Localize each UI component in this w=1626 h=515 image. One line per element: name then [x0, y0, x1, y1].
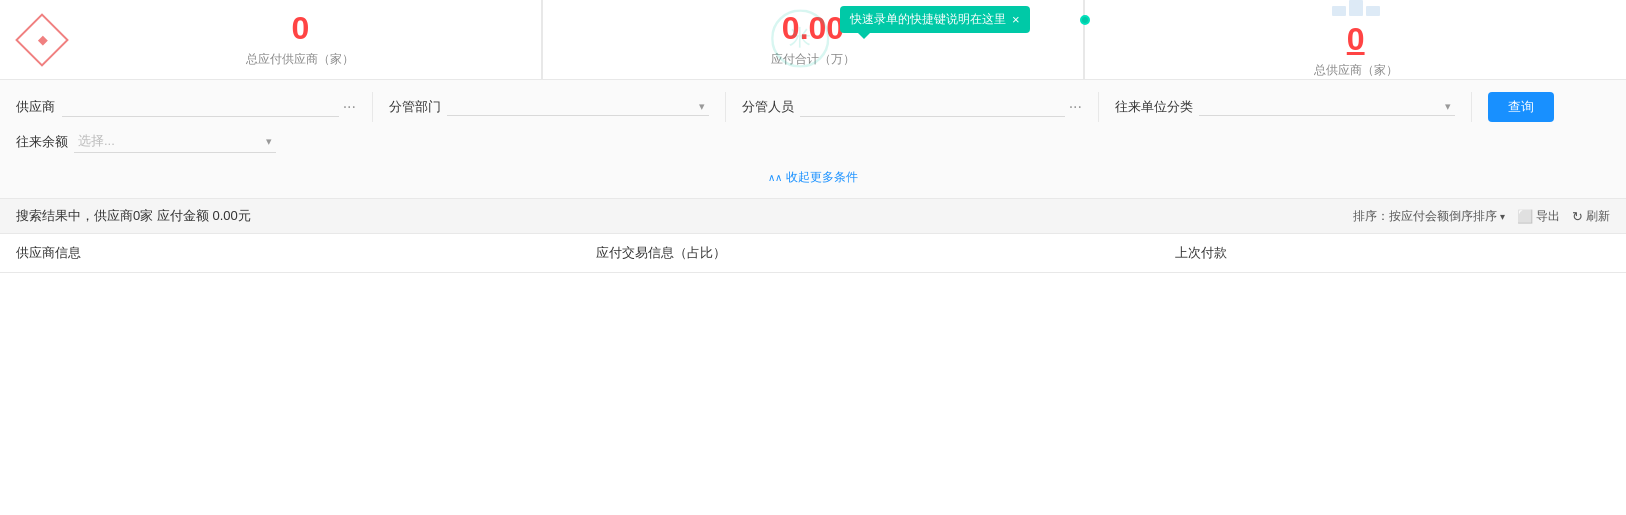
sort-chevron-icon: ▾ [1500, 211, 1505, 222]
total-suppliers-label: 总供应商（家） [1314, 62, 1398, 79]
refresh-label: 刷新 [1586, 208, 1610, 225]
refresh-icon: ↻ [1572, 209, 1583, 224]
table-header: 供应商信息 应付交易信息（占比） 上次付款 [0, 234, 1626, 273]
stat-total-payable-suppliers: ◆ 0 总应付供应商（家） [0, 0, 542, 79]
supplier-input[interactable] [62, 97, 339, 117]
collapse-label: 收起更多条件 [786, 169, 858, 186]
icon-rect-2 [1349, 0, 1363, 16]
export-icon: ⬜ [1517, 209, 1533, 224]
logo-text: ◆ [38, 33, 47, 47]
filter-row-1: 供应商 ··· 分管部门 ▾ 分管人员 ··· 往来单位分类 ▾ [16, 92, 1610, 122]
filter-divider-3 [1098, 92, 1099, 122]
table-body [0, 273, 1626, 515]
export-label: 导出 [1536, 208, 1560, 225]
icon-rect-1 [1332, 6, 1346, 16]
filter-divider-1 [372, 92, 373, 122]
total-payable-suppliers-label: 总应付供应商（家） [246, 51, 354, 68]
col-transaction-header: 应付交易信息（占比） [596, 244, 1176, 262]
tooltip-text: 快速录单的快捷键说明在这里 [850, 11, 1006, 28]
svg-text:米: 米 [789, 24, 811, 49]
col-last-payment-header: 上次付款 [1175, 244, 1610, 262]
dept-label: 分管部门 [389, 98, 441, 116]
balance-chevron-icon: ▾ [266, 135, 272, 148]
collapse-chevron-icon: ∧∧ [768, 172, 782, 183]
filter-group-balance: 往来余额 选择... ▾ [16, 130, 276, 153]
stat-total-suppliers: 0 总供应商（家） [1085, 0, 1626, 79]
query-button[interactable]: 查询 [1488, 92, 1554, 122]
filter-divider-2 [725, 92, 726, 122]
person-label: 分管人员 [742, 98, 794, 116]
filter-group-dept: 分管部门 ▾ [389, 98, 709, 116]
dept-select[interactable]: ▾ [447, 98, 709, 116]
filter-group-person: 分管人员 ··· [742, 97, 1082, 117]
filter-group-supplier: 供应商 ··· [16, 97, 356, 117]
stats-bar: ◆ 0 总应付供应商（家） 米 0.00 应付合计（万） 快速录单的快捷键说明在… [0, 0, 1626, 80]
person-dots-button[interactable]: ··· [1069, 99, 1082, 115]
total-payable-suppliers-number: 0 [291, 11, 309, 46]
stat-payable-total: 米 0.00 应付合计（万） 快速录单的快捷键说明在这里 × [543, 0, 1085, 79]
supplier-dots-button[interactable]: ··· [343, 99, 356, 115]
filter-group-unit-category: 往来单位分类 ▾ [1115, 98, 1455, 116]
result-actions: 排序：按应付会额倒序排序 ▾ ⬜ 导出 ↻ 刷新 [1353, 208, 1610, 225]
mint-icon: 米 [771, 9, 829, 67]
collapse-row: ∧∧ 收起更多条件 [16, 165, 1610, 194]
tooltip-close-button[interactable]: × [1012, 13, 1020, 26]
dept-chevron-icon: ▾ [699, 100, 705, 113]
filter-bar: 供应商 ··· 分管部门 ▾ 分管人员 ··· 往来单位分类 ▾ [0, 80, 1626, 199]
balance-label: 往来余额 [16, 133, 68, 151]
balance-select[interactable]: 选择... ▾ [74, 130, 276, 153]
person-input[interactable] [800, 97, 1065, 117]
sort-label: 排序：按应付会额倒序排序 [1353, 208, 1497, 225]
unit-category-label: 往来单位分类 [1115, 98, 1193, 116]
filter-row-2: 往来余额 选择... ▾ [16, 130, 1610, 157]
result-info-text: 搜索结果中，供应商0家 应付金额 0.00元 [16, 207, 251, 225]
tooltip-dot [1080, 15, 1090, 25]
tooltip-bubble: 快速录单的快捷键说明在这里 × [840, 6, 1030, 33]
collapse-button[interactable]: ∧∧ 收起更多条件 [768, 169, 858, 186]
unit-category-chevron-icon: ▾ [1445, 100, 1451, 113]
filter-divider-4 [1471, 92, 1472, 122]
total-suppliers-number: 0 [1347, 22, 1365, 57]
export-button[interactable]: ⬜ 导出 [1517, 208, 1560, 225]
refresh-button[interactable]: ↻ 刷新 [1572, 208, 1610, 225]
sort-button[interactable]: 排序：按应付会额倒序排序 ▾ [1353, 208, 1505, 225]
balance-placeholder: 选择... [78, 132, 266, 150]
supplier-label: 供应商 [16, 98, 56, 116]
unit-category-select[interactable]: ▾ [1199, 98, 1455, 116]
result-bar: 搜索结果中，供应商0家 应付金额 0.00元 排序：按应付会额倒序排序 ▾ ⬜ … [0, 199, 1626, 234]
icon-rect-3 [1366, 6, 1380, 16]
col-supplier-header: 供应商信息 [16, 244, 596, 262]
